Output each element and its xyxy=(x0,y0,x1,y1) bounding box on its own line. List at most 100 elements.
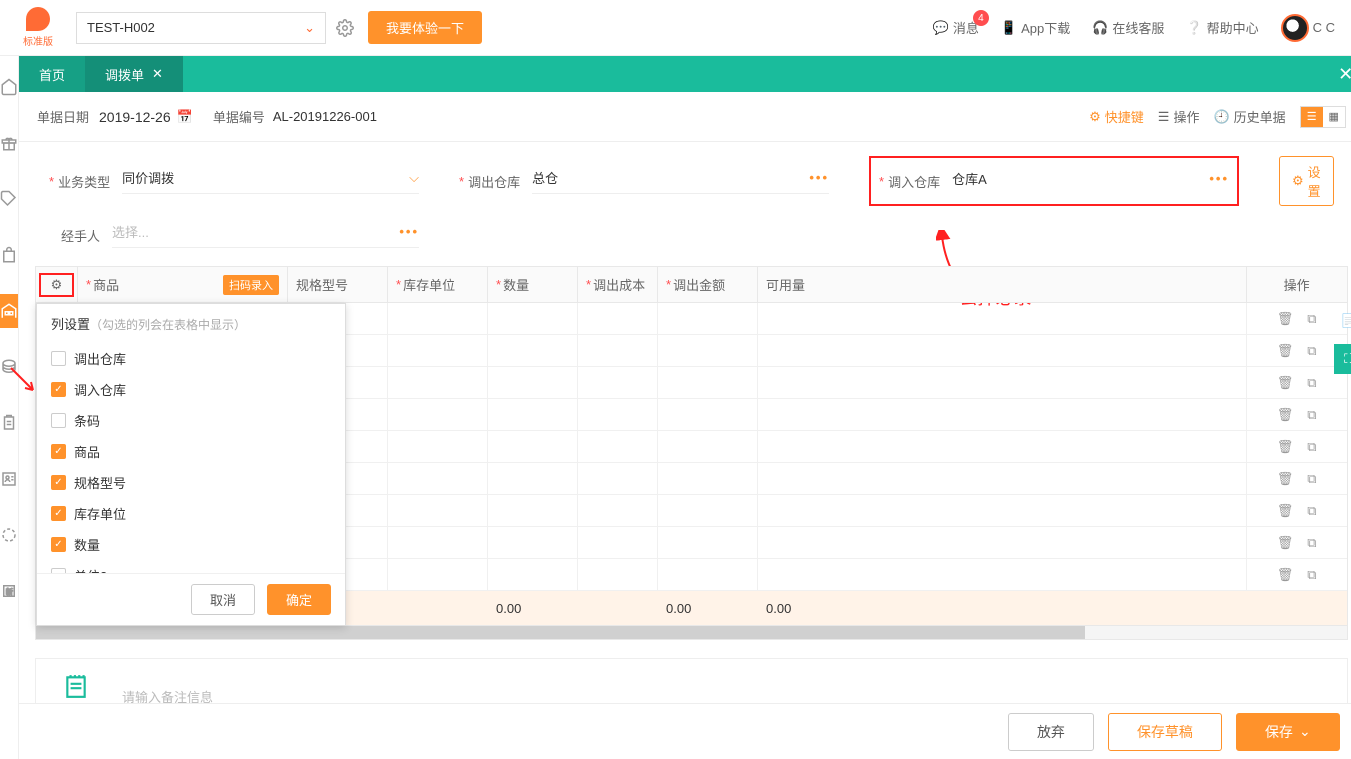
delete-icon[interactable]: 🗑 xyxy=(1277,375,1294,391)
column-option[interactable]: ✓调入仓库 xyxy=(51,374,331,405)
column-option[interactable]: ✓库存单位 xyxy=(51,498,331,529)
sidebar-new[interactable]: 新 xyxy=(0,574,18,608)
service-link[interactable]: 🎧 在线客服 xyxy=(1092,18,1164,37)
main: 首页 调拨单 ✕ ✕ 单据日期 2019-12-26 📅 单据编号 AL-201… xyxy=(19,56,1351,759)
delete-icon[interactable]: 🗑 xyxy=(1277,311,1294,327)
sidebar-loading[interactable] xyxy=(0,518,18,552)
messages-link[interactable]: 💬 消息 4 xyxy=(933,18,979,37)
delete-icon[interactable]: 🗑 xyxy=(1277,439,1294,455)
cancel-button[interactable]: 取消 xyxy=(191,584,255,615)
close-icon[interactable]: ✕ xyxy=(152,66,163,82)
chevron-down-icon: ⌵ xyxy=(409,170,419,186)
date-value[interactable]: 2019-12-26 xyxy=(99,109,171,125)
table: ⚙ *商品扫码录入 规格型号 *库存单位 *数量 *调出成本 *调出金额 可用量… xyxy=(35,266,1348,640)
column-settings-button[interactable]: ⚙ xyxy=(36,267,78,302)
view-toggle[interactable]: ☰ ▦ xyxy=(1300,106,1346,128)
delete-icon[interactable]: 🗑 xyxy=(1277,343,1294,359)
history-icon: 🕘 xyxy=(1213,109,1229,125)
field-biz-type[interactable]: * 业务类型 同价调拨⌵ xyxy=(49,156,419,206)
sidebar: 新 xyxy=(0,56,19,759)
app-download-link[interactable]: 📱 App下载 xyxy=(1001,18,1070,37)
org-selector-value: TEST-H002 xyxy=(87,20,155,35)
save-button[interactable]: 保存⌄ xyxy=(1236,713,1340,751)
copy-icon[interactable]: ⧉ xyxy=(1307,471,1316,487)
messages-badge: 4 xyxy=(973,10,989,26)
calendar-icon[interactable]: 📅 xyxy=(177,109,193,125)
shortcut-link[interactable]: ⚙快捷键 xyxy=(1089,107,1144,126)
delete-icon[interactable]: 🗑 xyxy=(1277,407,1294,423)
delete-icon[interactable]: 🗑 xyxy=(1277,535,1294,551)
operate-link[interactable]: ☰操作 xyxy=(1158,107,1200,126)
tab-home[interactable]: 首页 xyxy=(19,56,85,92)
column-option[interactable]: ✓商品 xyxy=(51,436,331,467)
th-spec: 规格型号 xyxy=(288,267,388,302)
view-grid-icon[interactable]: ▦ xyxy=(1323,107,1345,127)
docno-label: 单据编号 xyxy=(213,107,265,126)
discard-button[interactable]: 放弃 xyxy=(1008,713,1094,751)
phone-icon: 📱 xyxy=(1001,20,1017,36)
message-icon: 💬 xyxy=(933,20,949,36)
confirm-button[interactable]: 确定 xyxy=(267,584,331,615)
sidebar-warehouse[interactable] xyxy=(0,294,18,328)
expand-icon[interactable]: ⛶ xyxy=(1334,344,1351,374)
field-out-warehouse[interactable]: * 调出仓库 总仓••• xyxy=(459,156,829,206)
sidebar-gift[interactable] xyxy=(0,126,18,160)
sidebar-home[interactable] xyxy=(0,70,18,104)
copy-icon[interactable]: ⧉ xyxy=(1307,407,1316,423)
popover-footer: 取消 确定 xyxy=(37,573,345,625)
config-button[interactable]: ⚙设置 xyxy=(1279,156,1334,206)
help-link[interactable]: ❔ 帮助中心 xyxy=(1186,18,1258,37)
copy-icon[interactable]: ⧉ xyxy=(1307,439,1316,455)
tab-bar: 首页 调拨单 ✕ ✕ xyxy=(19,56,1351,92)
sidebar-contact[interactable] xyxy=(0,462,18,496)
trial-button[interactable]: 我要体验一下 xyxy=(368,11,482,44)
copy-icon[interactable]: ⧉ xyxy=(1307,311,1316,327)
view-list-icon[interactable]: ☰ xyxy=(1301,107,1323,127)
column-option[interactable]: 调出仓库 xyxy=(51,343,331,374)
tab-transfer[interactable]: 调拨单 ✕ xyxy=(85,56,183,92)
chevron-down-icon: ⌄ xyxy=(304,20,315,36)
right-rail: 📄 ⛶ xyxy=(1334,306,1351,374)
history-link[interactable]: 🕘历史单据 xyxy=(1213,107,1285,126)
sidebar-bag[interactable] xyxy=(0,238,18,272)
docno-value: AL-20191226-001 xyxy=(273,109,377,124)
delete-icon[interactable]: 🗑 xyxy=(1277,567,1294,583)
copy-icon[interactable]: ⧉ xyxy=(1307,567,1316,583)
checkbox-icon xyxy=(51,413,66,428)
th-available: 可用量 xyxy=(758,267,1247,302)
form-row-2: 经手人 选择...••• xyxy=(19,206,1351,266)
copy-icon[interactable]: ⧉ xyxy=(1307,535,1316,551)
logo-icon xyxy=(26,7,50,31)
copy-icon[interactable]: ⧉ xyxy=(1307,375,1316,391)
checkbox-icon: ✓ xyxy=(51,475,66,490)
copy-icon[interactable]: ⧉ xyxy=(1307,503,1316,519)
scan-badge[interactable]: 扫码录入 xyxy=(223,275,279,295)
column-option[interactable]: 单位2 xyxy=(51,560,331,573)
top-header: 标准版 TEST-H002 ⌄ 我要体验一下 💬 消息 4 📱 App下载 🎧 … xyxy=(0,0,1351,56)
tabs-close-all[interactable]: ✕ xyxy=(1328,56,1351,92)
settings-icon[interactable] xyxy=(336,19,354,37)
checkbox-icon: ✓ xyxy=(51,444,66,459)
column-option[interactable]: ✓数量 xyxy=(51,529,331,560)
column-option[interactable]: ✓规格型号 xyxy=(51,467,331,498)
org-selector[interactable]: TEST-H002 ⌄ xyxy=(76,12,326,44)
copy-icon[interactable]: ⧉ xyxy=(1307,343,1316,359)
edition-label: 标准版 xyxy=(23,33,53,48)
th-qty: *数量 xyxy=(488,267,578,302)
headset-icon: 🎧 xyxy=(1092,20,1108,36)
save-draft-button[interactable]: 保存草稿 xyxy=(1108,713,1222,751)
notes-icon[interactable]: 📄 xyxy=(1334,306,1351,336)
horizontal-scrollbar[interactable] xyxy=(36,625,1347,639)
popover-list[interactable]: 调出仓库✓调入仓库条码✓商品✓规格型号✓库存单位✓数量单位2 xyxy=(37,343,345,573)
column-option[interactable]: 条码 xyxy=(51,405,331,436)
field-in-warehouse[interactable]: * 调入仓库 仓库A••• xyxy=(869,156,1239,206)
field-handler[interactable]: 经手人 选择...••• xyxy=(49,222,419,248)
checkbox-icon: ✓ xyxy=(51,537,66,552)
delete-icon[interactable]: 🗑 xyxy=(1277,503,1294,519)
sidebar-tag[interactable] xyxy=(0,182,18,216)
sidebar-clipboard[interactable] xyxy=(0,406,18,440)
logo: 标准版 xyxy=(16,7,60,48)
user-menu[interactable]: C C xyxy=(1281,14,1335,42)
sidebar-money[interactable] xyxy=(0,350,18,384)
delete-icon[interactable]: 🗑 xyxy=(1277,471,1294,487)
